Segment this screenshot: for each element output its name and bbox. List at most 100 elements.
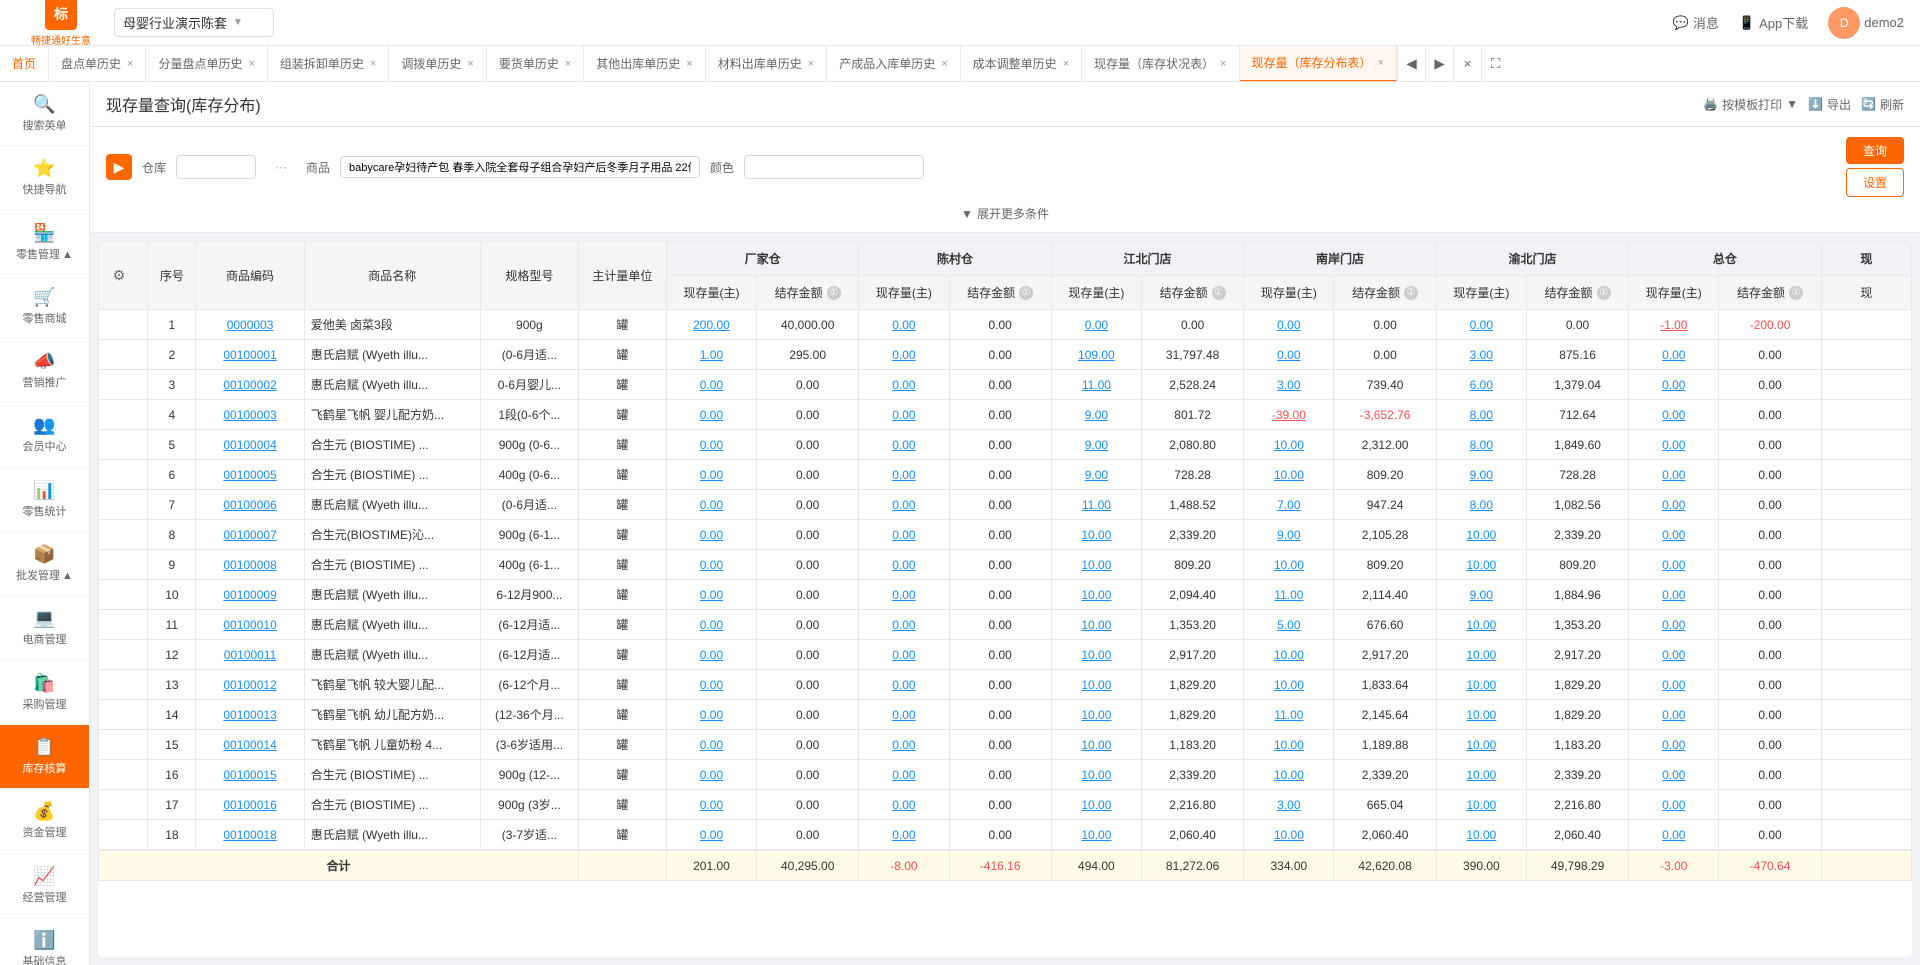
td-yb-qty[interactable]: 10.00 xyxy=(1436,610,1526,640)
td-total-qty[interactable]: 0.00 xyxy=(1629,550,1719,580)
td-total-qty[interactable]: 0.00 xyxy=(1629,370,1719,400)
td-total-qty[interactable]: 0.00 xyxy=(1629,820,1719,851)
td-yb-qty[interactable]: 10.00 xyxy=(1436,760,1526,790)
td-jb-qty[interactable]: 9.00 xyxy=(1051,400,1141,430)
td-code[interactable]: 00100003 xyxy=(196,400,304,430)
sidebar-item-wholesale[interactable]: 📦 批发管理 ▲ xyxy=(0,532,89,596)
tab-outbound[interactable]: 其他出库单历史 × xyxy=(584,46,705,82)
td-yb-qty[interactable]: 10.00 xyxy=(1436,550,1526,580)
sidebar-item-member[interactable]: 👥 会员中心 xyxy=(0,403,89,467)
td-cj-qty[interactable]: 0.00 xyxy=(666,730,756,760)
td-na-qty[interactable]: 9.00 xyxy=(1244,520,1334,550)
sidebar-item-purchase[interactable]: 🛍️ 采购管理 xyxy=(0,661,89,725)
tab-finished[interactable]: 产成品入库单历史 × xyxy=(827,46,960,82)
td-cj-qty[interactable]: 0.00 xyxy=(666,490,756,520)
close-icon[interactable]: × xyxy=(370,58,376,70)
td-yb-qty[interactable]: 10.00 xyxy=(1436,520,1526,550)
tab-transfer[interactable]: 调拨单历史 × xyxy=(389,46,486,82)
td-code[interactable]: 00100001 xyxy=(196,340,304,370)
td-total-qty[interactable]: 0.00 xyxy=(1629,790,1719,820)
td-code[interactable]: 00100007 xyxy=(196,520,304,550)
td-jb-qty[interactable]: 10.00 xyxy=(1051,640,1141,670)
td-cj-qty[interactable]: 0.00 xyxy=(666,580,756,610)
td-code[interactable]: 00100010 xyxy=(196,610,304,640)
td-na-qty[interactable]: 10.00 xyxy=(1244,820,1334,851)
td-na-qty[interactable]: -39.00 xyxy=(1244,400,1334,430)
close-icon[interactable]: × xyxy=(467,58,473,70)
td-code[interactable]: 00100016 xyxy=(196,790,304,820)
td-cc-qty[interactable]: 0.00 xyxy=(859,610,949,640)
td-cj-qty[interactable]: 0.00 xyxy=(666,430,756,460)
user-menu[interactable]: D demo2 xyxy=(1828,7,1904,39)
td-total-qty[interactable]: 0.00 xyxy=(1629,610,1719,640)
td-jb-qty[interactable]: 11.00 xyxy=(1051,490,1141,520)
td-jb-qty[interactable]: 10.00 xyxy=(1051,700,1141,730)
td-jb-qty[interactable]: 10.00 xyxy=(1051,760,1141,790)
td-jb-qty[interactable]: 10.00 xyxy=(1051,820,1141,851)
close-icon[interactable]: × xyxy=(565,58,571,70)
td-cc-qty[interactable]: 0.00 xyxy=(859,370,949,400)
td-cc-qty[interactable]: 0.00 xyxy=(859,340,949,370)
td-total-qty[interactable]: 0.00 xyxy=(1629,400,1719,430)
sidebar-item-inventory[interactable]: 📋 库存核算 xyxy=(0,725,89,789)
td-na-qty[interactable]: 10.00 xyxy=(1244,550,1334,580)
td-total-qty[interactable]: 0.00 xyxy=(1629,640,1719,670)
td-jb-qty[interactable]: 109.00 xyxy=(1051,340,1141,370)
td-na-qty[interactable]: 0.00 xyxy=(1244,310,1334,340)
td-na-qty[interactable]: 10.00 xyxy=(1244,730,1334,760)
td-cc-qty[interactable]: 0.00 xyxy=(859,550,949,580)
td-na-qty[interactable]: 10.00 xyxy=(1244,760,1334,790)
td-cj-qty[interactable]: 0.00 xyxy=(666,520,756,550)
tab-stockdist[interactable]: 现存量（库存分布表） × xyxy=(1240,46,1397,82)
sidebar-item-quicknav[interactable]: ⭐ 快捷导航 xyxy=(0,146,89,210)
td-code[interactable]: 00100002 xyxy=(196,370,304,400)
export-btn[interactable]: ⬇️ 导出 xyxy=(1808,96,1851,113)
td-jb-qty[interactable]: 10.00 xyxy=(1051,550,1141,580)
info-icon[interactable]: ① xyxy=(1019,286,1033,300)
info-icon[interactable]: ① xyxy=(827,286,841,300)
sidebar-item-retail-stats[interactable]: 📊 零售统计 xyxy=(0,468,89,532)
tab-stockstatus[interactable]: 现存量（库存状况表） × xyxy=(1082,46,1239,82)
td-yb-qty[interactable]: 8.00 xyxy=(1436,490,1526,520)
td-jb-qty[interactable]: 9.00 xyxy=(1051,460,1141,490)
td-total-qty[interactable]: 0.00 xyxy=(1629,700,1719,730)
td-code[interactable]: 00100008 xyxy=(196,550,304,580)
tab-costadjust[interactable]: 成本调整单历史 × xyxy=(961,46,1082,82)
td-jb-qty[interactable]: 10.00 xyxy=(1051,730,1141,760)
sidebar-item-finance[interactable]: 💰 资金管理 xyxy=(0,789,89,853)
info-icon[interactable]: ① xyxy=(1597,286,1611,300)
close-icon[interactable]: × xyxy=(127,58,133,70)
td-cj-qty[interactable]: 0.00 xyxy=(666,460,756,490)
info-icon[interactable]: ① xyxy=(1404,286,1418,300)
tab-partcheck[interactable]: 分量盘点单历史 × xyxy=(146,46,267,82)
td-cc-qty[interactable]: 0.00 xyxy=(859,670,949,700)
sidebar-item-ecommerce[interactable]: 💻 电商管理 xyxy=(0,596,89,660)
td-cj-qty[interactable]: 0.00 xyxy=(666,790,756,820)
td-code[interactable]: 00100004 xyxy=(196,430,304,460)
td-code[interactable]: 00100018 xyxy=(196,820,304,851)
td-yb-qty[interactable]: 8.00 xyxy=(1436,400,1526,430)
tab-stockcheck[interactable]: 盘点单历史 × xyxy=(49,46,146,82)
td-cj-qty[interactable]: 1.00 xyxy=(666,340,756,370)
product-input[interactable] xyxy=(340,156,700,178)
td-cc-qty[interactable]: 0.00 xyxy=(859,760,949,790)
filter-expand-btn[interactable]: ▶ xyxy=(106,154,132,180)
close-icon[interactable]: × xyxy=(941,58,947,70)
sidebar-item-basic-info[interactable]: ℹ️ 基础信息 xyxy=(0,918,89,965)
settings-btn[interactable]: 设置 xyxy=(1846,168,1904,197)
td-cj-qty[interactable]: 200.00 xyxy=(666,310,756,340)
sidebar-item-operations[interactable]: 📈 经营管理 xyxy=(0,854,89,918)
close-icon[interactable]: × xyxy=(686,58,692,70)
td-cc-qty[interactable]: 0.00 xyxy=(859,310,949,340)
td-total-qty[interactable]: 0.00 xyxy=(1629,490,1719,520)
tab-requisition[interactable]: 要货单历史 × xyxy=(487,46,584,82)
td-cj-qty[interactable]: 0.00 xyxy=(666,700,756,730)
td-yb-qty[interactable]: 10.00 xyxy=(1436,670,1526,700)
td-cj-qty[interactable]: 0.00 xyxy=(666,760,756,790)
td-yb-qty[interactable]: 6.00 xyxy=(1436,370,1526,400)
td-code[interactable]: 00100005 xyxy=(196,460,304,490)
nav-expand-btn[interactable]: ⛶ xyxy=(1481,46,1509,82)
info-icon[interactable]: ① xyxy=(1212,286,1226,300)
td-jb-qty[interactable]: 11.00 xyxy=(1051,370,1141,400)
td-cc-qty[interactable]: 0.00 xyxy=(859,430,949,460)
